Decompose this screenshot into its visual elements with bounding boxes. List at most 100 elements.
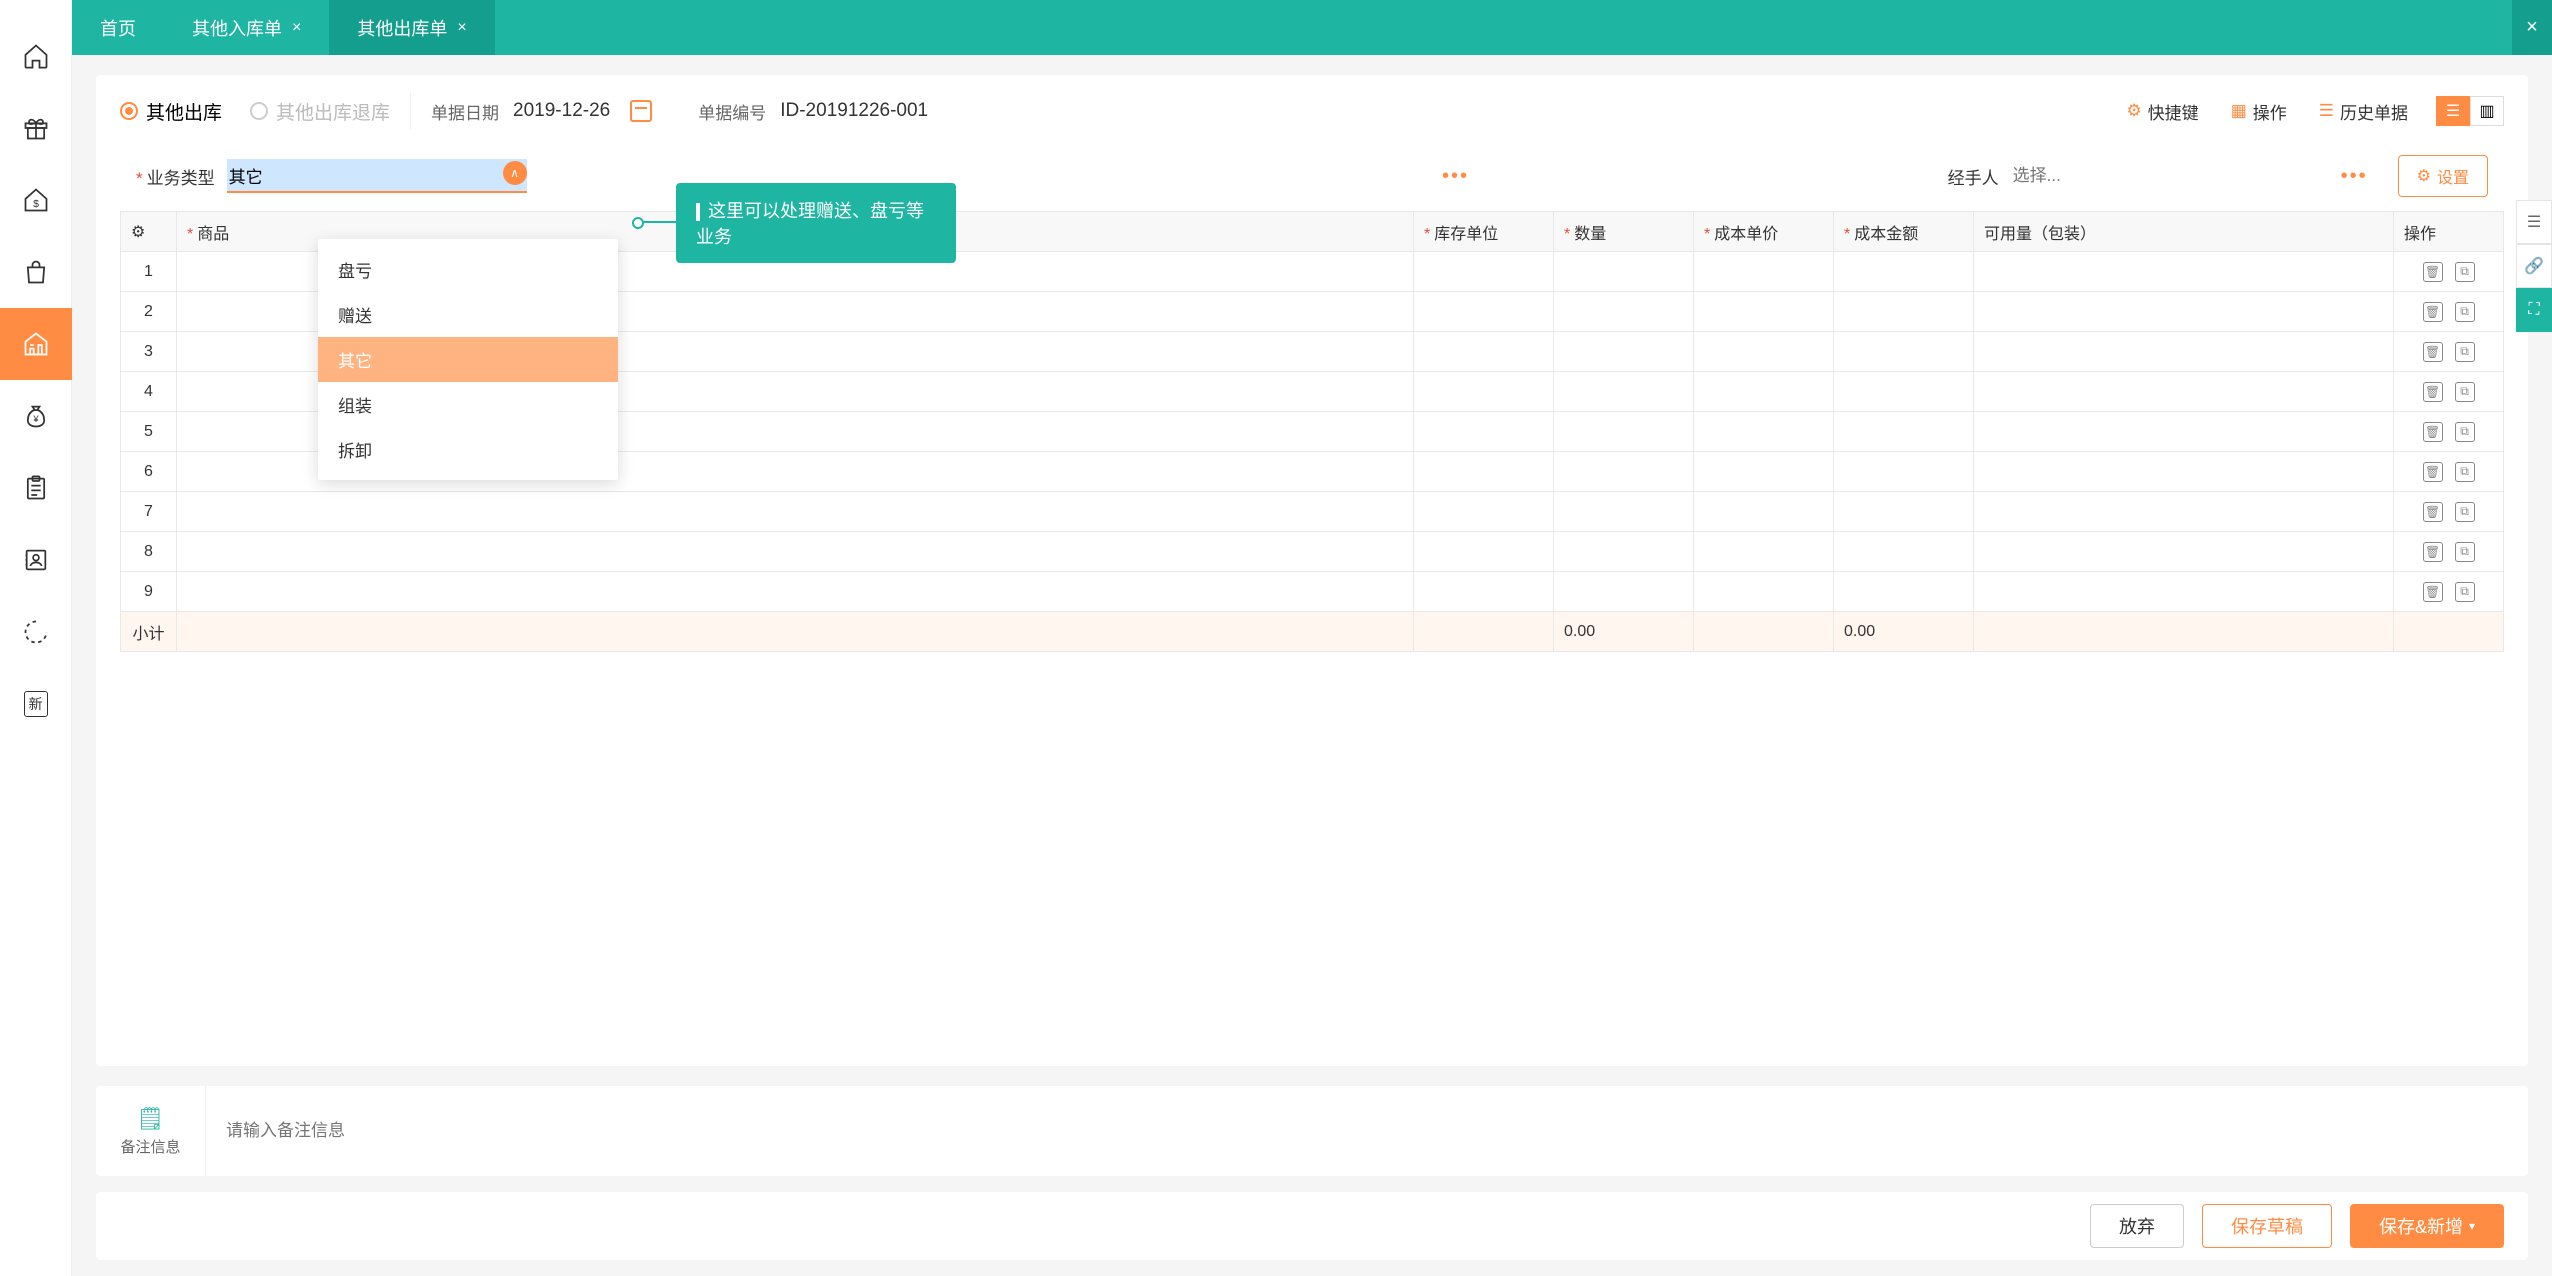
discard-button[interactable]: 放弃 [2090, 1204, 2184, 1248]
dropdown-option[interactable]: 盘亏 [318, 247, 618, 292]
copy-row-icon[interactable]: ⧉ [2455, 462, 2475, 482]
handler-input[interactable] [2011, 160, 2311, 192]
cell-available[interactable] [1974, 292, 2394, 332]
cell-cost-price[interactable] [1694, 532, 1834, 572]
cell-product[interactable] [177, 532, 1414, 572]
nav-loading-icon[interactable] [0, 596, 72, 668]
delete-row-icon[interactable]: 🗑 [2423, 342, 2443, 362]
cell-available[interactable] [1974, 492, 2394, 532]
cell-cost-amount[interactable] [1834, 572, 1974, 612]
radio-other-out-return[interactable]: 其他出库退库 [250, 98, 390, 125]
save-new-button[interactable]: 保存&新增▾ [2350, 1204, 2504, 1248]
delete-row-icon[interactable]: 🗑 [2423, 462, 2443, 482]
remarks-input[interactable] [206, 1121, 2528, 1141]
cell-unit[interactable] [1414, 252, 1554, 292]
nav-gift-icon[interactable] [0, 92, 72, 164]
cell-qty[interactable] [1554, 572, 1694, 612]
delete-row-icon[interactable]: 🗑 [2423, 302, 2443, 322]
nav-clipboard-icon[interactable] [0, 452, 72, 524]
cell-unit[interactable] [1414, 532, 1554, 572]
calendar-icon[interactable] [630, 100, 652, 122]
cell-cost-price[interactable] [1694, 332, 1834, 372]
delete-row-icon[interactable]: 🗑 [2423, 502, 2443, 522]
copy-row-icon[interactable]: ⧉ [2455, 342, 2475, 362]
tab-other-in[interactable]: 其他入库单× [164, 0, 329, 55]
copy-row-icon[interactable]: ⧉ [2455, 262, 2475, 282]
cell-cost-amount[interactable] [1834, 332, 1974, 372]
rail-doc-icon[interactable]: ☰ [2516, 200, 2552, 244]
cell-cost-price[interactable] [1694, 252, 1834, 292]
cell-available[interactable] [1974, 572, 2394, 612]
delete-row-icon[interactable]: 🗑 [2423, 582, 2443, 602]
cell-cost-price[interactable] [1694, 412, 1834, 452]
tab-other-out[interactable]: 其他出库单× [329, 0, 494, 55]
cell-unit[interactable] [1414, 572, 1554, 612]
cell-cost-price[interactable] [1694, 372, 1834, 412]
shortcut-button[interactable]: ⚙快捷键 [2126, 99, 2198, 124]
delete-row-icon[interactable]: 🗑 [2423, 262, 2443, 282]
cell-unit[interactable] [1414, 292, 1554, 332]
cell-qty[interactable] [1554, 452, 1694, 492]
cell-available[interactable] [1974, 252, 2394, 292]
delete-row-icon[interactable]: 🗑 [2423, 382, 2443, 402]
cell-product[interactable] [177, 492, 1414, 532]
cell-unit[interactable] [1414, 332, 1554, 372]
chevron-up-icon[interactable]: ∧ [503, 161, 527, 185]
delete-row-icon[interactable]: 🗑 [2423, 422, 2443, 442]
cell-qty[interactable] [1554, 492, 1694, 532]
cell-unit[interactable] [1414, 452, 1554, 492]
cell-cost-price[interactable] [1694, 572, 1834, 612]
cell-qty[interactable] [1554, 412, 1694, 452]
cell-cost-price[interactable] [1694, 292, 1834, 332]
copy-row-icon[interactable]: ⧉ [2455, 422, 2475, 442]
delete-row-icon[interactable]: 🗑 [2423, 542, 2443, 562]
copy-row-icon[interactable]: ⧉ [2455, 302, 2475, 322]
cell-available[interactable] [1974, 452, 2394, 492]
close-icon[interactable]: × [457, 19, 466, 37]
cell-qty[interactable] [1554, 252, 1694, 292]
cell-qty[interactable] [1554, 292, 1694, 332]
save-draft-button[interactable]: 保存草稿 [2202, 1204, 2332, 1248]
doc-date-value[interactable]: 2019-12-26 [513, 100, 610, 122]
dropdown-option[interactable]: 拆卸 [318, 427, 618, 472]
view-list-icon[interactable]: ☰ [2436, 96, 2470, 126]
dropdown-option[interactable]: 其它 [318, 337, 618, 382]
col-gear[interactable]: ⚙ [121, 212, 177, 252]
cell-qty[interactable] [1554, 532, 1694, 572]
cell-available[interactable] [1974, 332, 2394, 372]
dropdown-option[interactable]: 组装 [318, 382, 618, 427]
tab-bar-close-icon[interactable]: × [2512, 0, 2552, 55]
dropdown-option[interactable]: 赠送 [318, 292, 618, 337]
cell-cost-amount[interactable] [1834, 292, 1974, 332]
rail-link-icon[interactable]: 🔗 [2516, 244, 2552, 288]
cell-product[interactable] [177, 572, 1414, 612]
copy-row-icon[interactable]: ⧉ [2455, 502, 2475, 522]
cell-cost-amount[interactable] [1834, 412, 1974, 452]
cell-cost-amount[interactable] [1834, 452, 1974, 492]
cell-available[interactable] [1974, 412, 2394, 452]
nav-money-house-icon[interactable]: $ [0, 164, 72, 236]
view-grid-icon[interactable]: ▥ [2470, 96, 2504, 126]
copy-row-icon[interactable]: ⧉ [2455, 542, 2475, 562]
cell-qty[interactable] [1554, 372, 1694, 412]
copy-row-icon[interactable]: ⧉ [2455, 382, 2475, 402]
cell-unit[interactable] [1414, 372, 1554, 412]
cell-qty[interactable] [1554, 332, 1694, 372]
cell-unit[interactable] [1414, 412, 1554, 452]
nav-money-bag-icon[interactable]: ¥ [0, 380, 72, 452]
biz-type-input[interactable] [227, 159, 527, 193]
nav-new-icon[interactable]: 新 [0, 668, 72, 740]
cell-available[interactable] [1974, 532, 2394, 572]
nav-bag-icon[interactable] [0, 236, 72, 308]
rail-expand-icon[interactable]: ⛶ [2516, 288, 2552, 332]
cell-available[interactable] [1974, 372, 2394, 412]
history-button[interactable]: ☰历史单据 [2319, 99, 2408, 124]
nav-home-icon[interactable] [0, 20, 72, 92]
cell-cost-price[interactable] [1694, 492, 1834, 532]
cell-cost-price[interactable] [1694, 452, 1834, 492]
cell-cost-amount[interactable] [1834, 252, 1974, 292]
nav-warehouse-icon[interactable] [0, 308, 72, 380]
copy-row-icon[interactable]: ⧉ [2455, 582, 2475, 602]
tab-home[interactable]: 首页 [72, 0, 164, 55]
operate-button[interactable]: ▦操作 [2231, 99, 2287, 124]
